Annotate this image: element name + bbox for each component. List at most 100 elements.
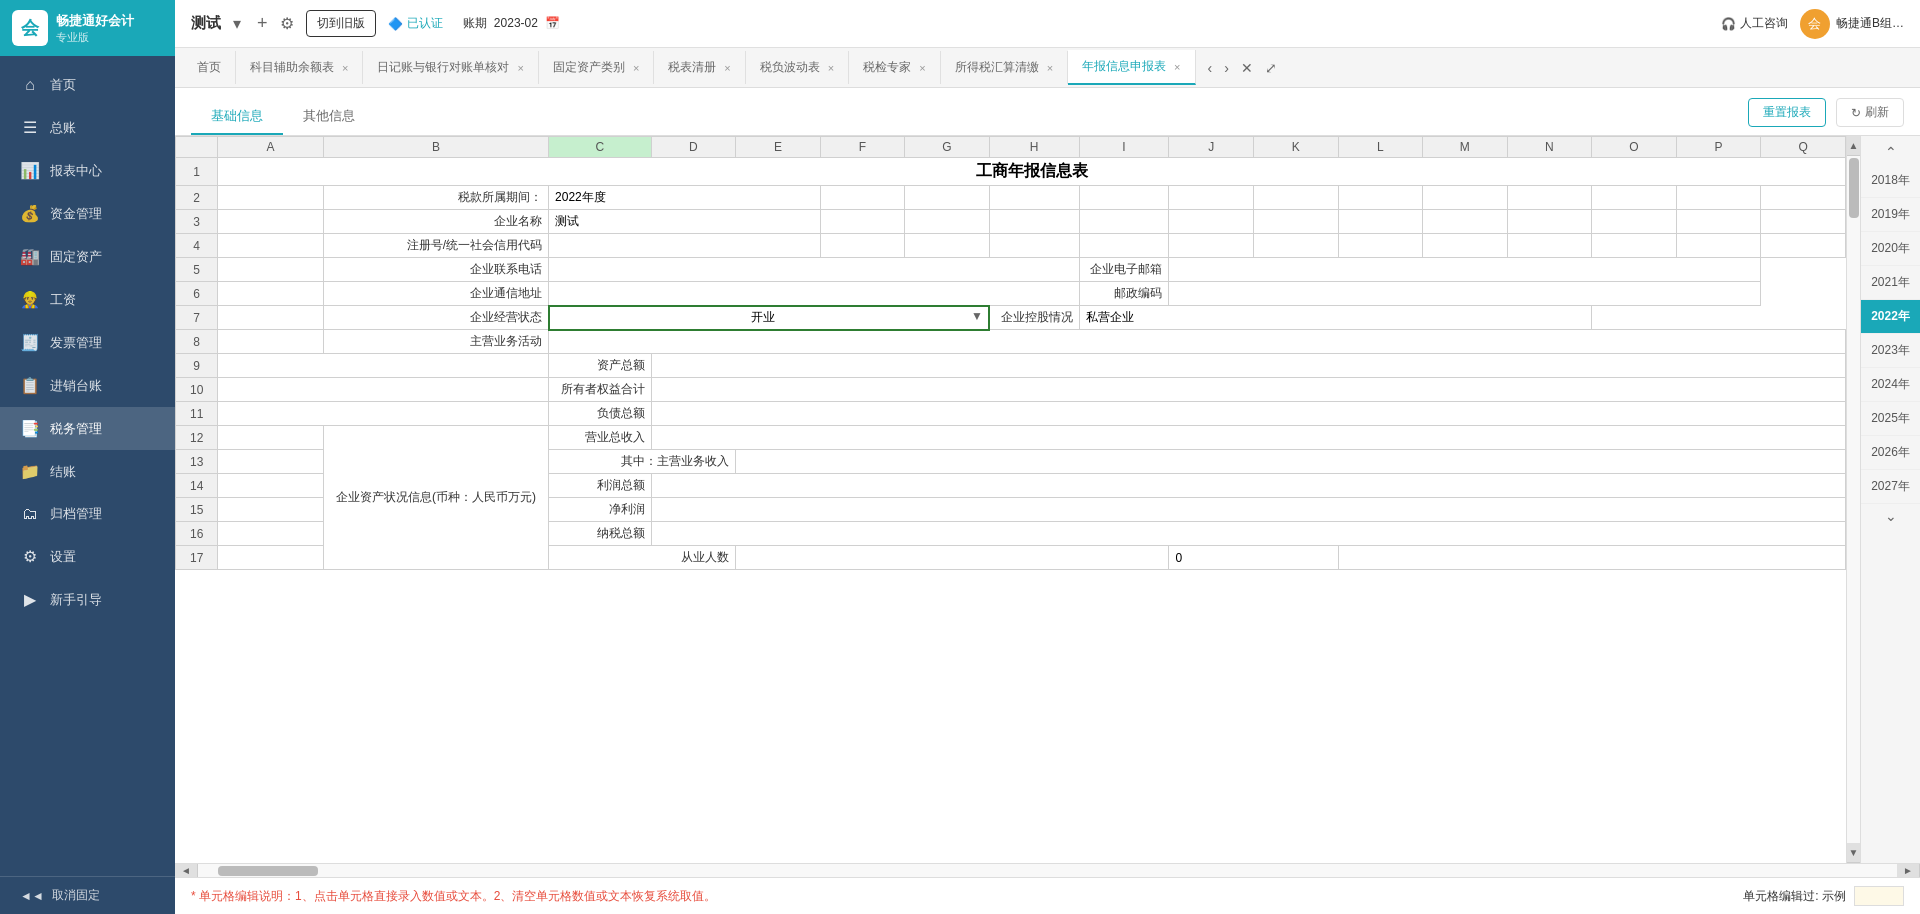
sidebar-item-税务管理[interactable]: 📑税务管理 [0, 407, 175, 450]
tab-年报信息申报表[interactable]: 年报信息申报表× [1068, 50, 1195, 85]
sheet-cell[interactable] [1079, 186, 1169, 210]
tab-首页[interactable]: 首页 [183, 51, 236, 84]
sheet-title-cell[interactable]: 工商年报信息表 [218, 158, 1846, 186]
sheet-cell[interactable] [820, 234, 905, 258]
settings-icon[interactable]: ⚙ [280, 14, 294, 33]
tab-税负波动表[interactable]: 税负波动表× [746, 51, 849, 84]
tab-税检专家[interactable]: 税检专家× [849, 51, 940, 84]
sheet-cell[interactable] [1423, 186, 1508, 210]
sheet-cell[interactable] [905, 234, 990, 258]
sheet-cell[interactable] [736, 546, 1169, 570]
tab-日记账与银行对账单核对[interactable]: 日记账与银行对账单核对× [363, 51, 538, 84]
horizontal-scrollbar[interactable]: ◄ ► [175, 863, 1920, 877]
sheet-cell[interactable] [651, 402, 1845, 426]
sheet-cell[interactable] [651, 378, 1845, 402]
sheet-cell[interactable] [1676, 234, 1761, 258]
sheet-cell[interactable] [1338, 546, 1845, 570]
sheet-cell[interactable] [1423, 210, 1508, 234]
sheet-cell[interactable] [820, 186, 905, 210]
sheet-cell[interactable] [651, 474, 1845, 498]
sheet-cell[interactable] [1253, 210, 1338, 234]
sheet-cell[interactable] [1079, 234, 1169, 258]
sheet-cell[interactable] [651, 498, 1845, 522]
sheet-cell[interactable] [549, 282, 1080, 306]
sheet-cell[interactable] [1676, 186, 1761, 210]
sheet-cell[interactable]: 测试 [549, 210, 821, 234]
tab-close-all-button[interactable]: ✕ [1237, 58, 1257, 78]
sheet-cell[interactable] [1169, 234, 1254, 258]
scroll-up-button[interactable]: ▲ [1847, 136, 1860, 156]
year-item-2018年[interactable]: 2018年 [1861, 164, 1920, 198]
tab-所得税汇算清缴[interactable]: 所得税汇算清缴× [941, 51, 1068, 84]
sheet-cell[interactable] [1169, 282, 1761, 306]
subtab-基础信息[interactable]: 基础信息 [191, 99, 283, 135]
sheet-cell[interactable] [1592, 210, 1677, 234]
sheet-cell[interactable] [549, 258, 1080, 282]
tab-close-icon[interactable]: × [517, 62, 523, 74]
sheet-cell[interactable] [1253, 234, 1338, 258]
year-item-2024年[interactable]: 2024年 [1861, 368, 1920, 402]
tab-close-icon[interactable]: × [633, 62, 639, 74]
sheet-cell[interactable] [989, 186, 1079, 210]
hscroll-left-button[interactable]: ◄ [175, 864, 198, 877]
sheet-cell[interactable] [736, 450, 1846, 474]
sheet-cell[interactable] [549, 234, 821, 258]
sheet-cell[interactable] [651, 354, 1845, 378]
hscroll-right-button[interactable]: ► [1897, 864, 1920, 877]
sidebar-item-归档管理[interactable]: 🗂归档管理 [0, 493, 175, 535]
switch-old-version-button[interactable]: 切到旧版 [306, 10, 376, 37]
year-item-2019年[interactable]: 2019年 [1861, 198, 1920, 232]
sheet-cell[interactable] [820, 210, 905, 234]
sheet-cell[interactable] [905, 186, 990, 210]
sheet-cell[interactable] [1676, 210, 1761, 234]
service-button[interactable]: 🎧 人工咨询 [1721, 15, 1788, 32]
sidebar-item-设置[interactable]: ⚙设置 [0, 535, 175, 578]
tab-close-icon[interactable]: × [724, 62, 730, 74]
sheet-cell[interactable] [1592, 234, 1677, 258]
sheet-cell[interactable] [1338, 234, 1423, 258]
sheet-cell[interactable] [989, 210, 1079, 234]
sheet-cell[interactable] [989, 234, 1079, 258]
tab-close-icon[interactable]: × [1174, 61, 1180, 73]
sheet-cell[interactable] [1507, 234, 1592, 258]
year-item-2023年[interactable]: 2023年 [1861, 334, 1920, 368]
sidebar-item-工资[interactable]: 👷工资 [0, 278, 175, 321]
tab-固定资产类别[interactable]: 固定资产类别× [539, 51, 654, 84]
spreadsheet-inner[interactable]: ABCDEFGHIJKLMNOPQ1工商年报信息表2税款所属期间：2022年度3… [175, 136, 1846, 863]
sheet-cell[interactable] [1079, 210, 1169, 234]
year-item-2025年[interactable]: 2025年 [1861, 402, 1920, 436]
tab-prev-button[interactable]: ‹ [1204, 58, 1217, 78]
tab-close-icon[interactable]: × [342, 62, 348, 74]
sidebar-pin-button[interactable]: ◄◄ 取消固定 [0, 876, 175, 914]
year-item-2022年[interactable]: 2022年 [1861, 300, 1920, 334]
sheet-cell[interactable] [1592, 186, 1677, 210]
user-menu[interactable]: 会 畅捷通B组… [1800, 9, 1904, 39]
sheet-cell[interactable] [1169, 210, 1254, 234]
sheet-cell[interactable] [1338, 186, 1423, 210]
vertical-scrollbar[interactable]: ▲ ▼ [1846, 136, 1860, 863]
sheet-cell[interactable] [1338, 210, 1423, 234]
year-item-2027年[interactable]: 2027年 [1861, 470, 1920, 504]
sidebar-item-报表中心[interactable]: 📊报表中心 [0, 149, 175, 192]
sheet-cell[interactable]: 2022年度 [549, 186, 821, 210]
year-item-2020年[interactable]: 2020年 [1861, 232, 1920, 266]
reset-report-button[interactable]: 重置报表 [1748, 98, 1826, 127]
sidebar-item-新手引导[interactable]: ▶新手引导 [0, 578, 175, 621]
sheet-cell[interactable] [651, 522, 1845, 546]
year-item-2021年[interactable]: 2021年 [1861, 266, 1920, 300]
sidebar-item-结账[interactable]: 📁结账 [0, 450, 175, 493]
subtab-其他信息[interactable]: 其他信息 [283, 99, 375, 135]
sidebar-item-固定资产[interactable]: 🏭固定资产 [0, 235, 175, 278]
sheet-cell[interactable] [651, 426, 1845, 450]
module-dropdown[interactable]: ▾ [233, 14, 241, 33]
tab-expand-button[interactable]: ⤢ [1261, 58, 1281, 78]
operating-status-dropdown[interactable]: 开业 ▼ [549, 306, 990, 330]
hscroll-thumb[interactable] [218, 866, 318, 876]
refresh-button[interactable]: ↻ 刷新 [1836, 98, 1904, 127]
sheet-cell[interactable] [1761, 186, 1846, 210]
sheet-cell[interactable] [1507, 210, 1592, 234]
tab-next-button[interactable]: › [1220, 58, 1233, 78]
sheet-cell[interactable] [1761, 234, 1846, 258]
scroll-down-button[interactable]: ▼ [1847, 843, 1860, 863]
sidebar-item-资金管理[interactable]: 💰资金管理 [0, 192, 175, 235]
